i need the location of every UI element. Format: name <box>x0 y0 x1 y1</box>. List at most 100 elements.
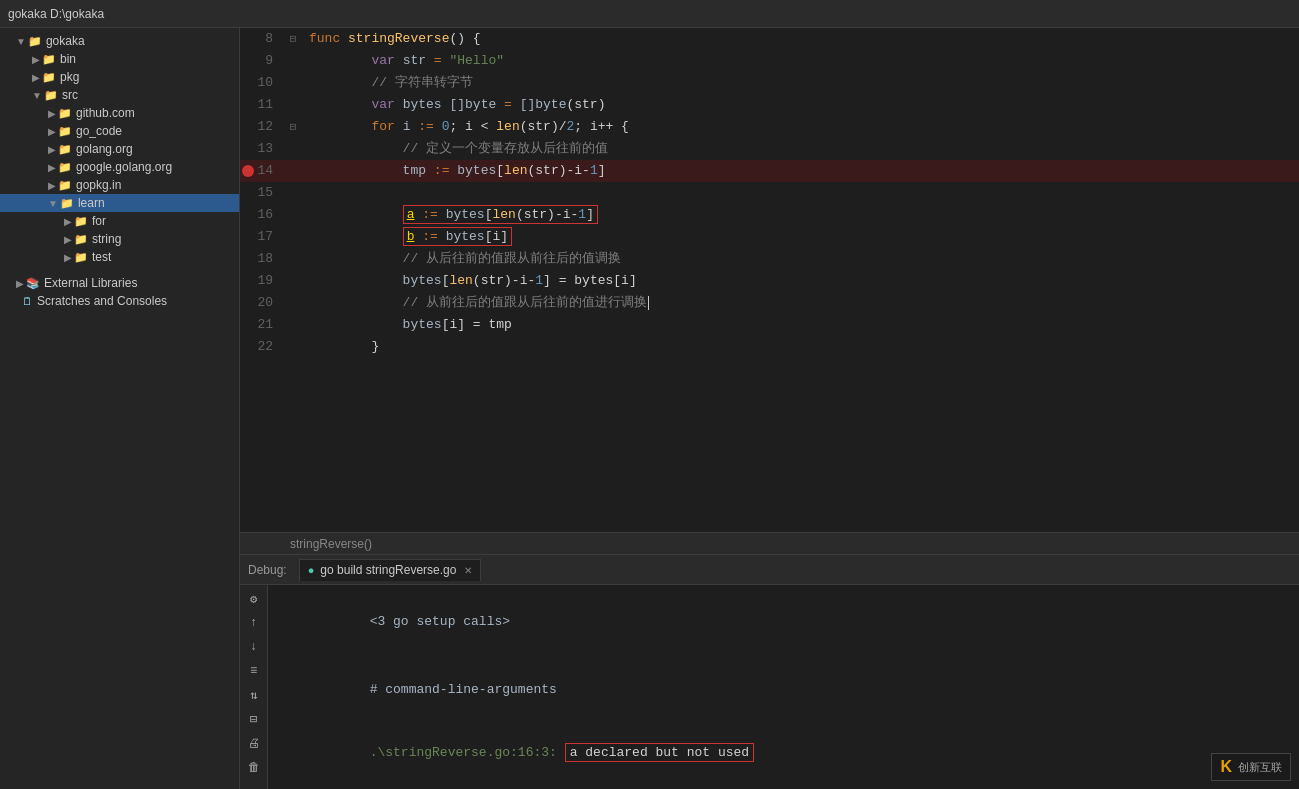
identifier: bytes <box>309 273 442 288</box>
gutter-empty <box>285 248 301 270</box>
sidebar-item-label: bin <box>60 52 76 66</box>
sidebar-item-label: src <box>62 88 78 102</box>
line-number: 20 <box>240 292 285 314</box>
arrow-icon: ▼ <box>48 198 58 209</box>
table-row: 14 tmp := bytes[len(str)-i-1] <box>240 160 1299 182</box>
punc: ] = bytes[i] <box>543 273 637 288</box>
sidebar-item-label: go_code <box>76 124 122 138</box>
sidebar-item-github[interactable]: ▶ 📁 github.com <box>0 104 239 122</box>
line-number: 12 <box>240 116 285 138</box>
arrow-icon: ▶ <box>48 126 56 137</box>
sidebar-item-for[interactable]: ▶ 📁 for <box>0 212 239 230</box>
code-content: b := bytes[i] <box>301 226 1299 248</box>
debug-tab-build[interactable]: ● go build stringReverse.go ✕ <box>299 559 482 581</box>
sidebar-item-string[interactable]: ▶ 📁 string <box>0 230 239 248</box>
line-number: 19 <box>240 270 285 292</box>
watermark-text: 创新互联 <box>1238 760 1282 775</box>
sidebar-item-golang[interactable]: ▶ 📁 golang.org <box>0 140 239 158</box>
table-row: 15 <box>240 182 1299 204</box>
gutter-empty <box>285 94 301 116</box>
arrow-icon: ▼ <box>16 36 26 47</box>
arrow-icon: ▶ <box>32 54 40 65</box>
sidebar-item-google-golang[interactable]: ▶ 📁 google.golang.org <box>0 158 239 176</box>
type: []byte <box>449 97 496 112</box>
punc: ] <box>598 163 606 178</box>
toolbar-print-btn[interactable]: 🖨 <box>244 733 264 753</box>
sidebar-item-go-code[interactable]: ▶ 📁 go_code <box>0 122 239 140</box>
line-number: 11 <box>240 94 285 116</box>
code-content: var bytes []byte = []byte(str) <box>301 94 1299 116</box>
toolbar-filter-btn[interactable]: ⊟ <box>244 709 264 729</box>
debug-tab-label: go build stringReverse.go <box>320 563 456 577</box>
sidebar-item-gokaka[interactable]: ▼ 📁 gokaka <box>0 32 239 50</box>
toolbar-delete-btn[interactable]: 🗑 <box>244 757 264 777</box>
gutter-fold[interactable]: ⊟ <box>285 28 301 50</box>
gutter-empty <box>285 72 301 94</box>
indent <box>309 207 403 222</box>
sidebar-item-gopkg[interactable]: ▶ 📁 gopkg.in <box>0 176 239 194</box>
number: 1 <box>535 273 543 288</box>
toolbar-list-btn[interactable]: ≡ <box>244 661 264 681</box>
number: 1 <box>578 207 586 222</box>
folder-icon: 📁 <box>58 107 72 120</box>
identifier: str <box>403 53 426 68</box>
sidebar-item-external-libs[interactable]: ▶ 📚 External Libraries <box>0 274 239 292</box>
sidebar-item-src[interactable]: ▼ 📁 src <box>0 86 239 104</box>
error-path-1[interactable]: .\stringReverse.go:16:3: <box>370 745 557 760</box>
table-row: 13 // 定义一个变量存放从后往前的值 <box>240 138 1299 160</box>
debug-label: Debug: <box>248 563 287 577</box>
sidebar-item-scratches[interactable]: 🗒 Scratches and Consoles <box>0 292 239 310</box>
gutter-empty <box>285 138 301 160</box>
arrow-icon: ▶ <box>64 234 72 245</box>
table-row: 19 bytes[len(str)-i-1] = bytes[i] <box>240 270 1299 292</box>
code-content: // 字符串转字节 <box>301 72 1299 94</box>
arrow-icon: ▶ <box>48 162 56 173</box>
number: 1 <box>590 163 598 178</box>
folder-icon: 📁 <box>44 89 58 102</box>
punc: [ <box>496 163 504 178</box>
toolbar-settings-btn[interactable]: ⚙ <box>244 589 264 609</box>
identifier: bytes <box>446 229 485 244</box>
keyword-var: var <box>309 97 403 112</box>
table-row: 16 a := bytes[len(str)-i-1] <box>240 204 1299 226</box>
identifier: bytes <box>446 207 485 222</box>
sidebar-item-test[interactable]: ▶ 📁 test <box>0 248 239 266</box>
code-view[interactable]: 8 ⊟ func stringReverse() { 9 var str = "… <box>240 28 1299 532</box>
sidebar-item-learn[interactable]: ▼ 📁 learn <box>0 194 239 212</box>
code-content: func stringReverse() { <box>301 28 1299 50</box>
type: []byte <box>520 97 567 112</box>
toolbar-align-btn[interactable]: ⇅ <box>244 685 264 705</box>
punc: ; i < <box>449 119 496 134</box>
folder-icon: 📁 <box>58 143 72 156</box>
identifier: bytes <box>457 163 496 178</box>
folder-icon: 📁 <box>58 125 72 138</box>
arrow-icon: ▶ <box>64 216 72 227</box>
debug-toolbar: ⚙ ↑ ↓ ≡ ⇅ ⊟ 🖨 🗑 <box>240 585 268 789</box>
toolbar-down-btn[interactable]: ↓ <box>244 637 264 657</box>
toolbar-up-btn[interactable]: ↑ <box>244 613 264 633</box>
gutter-fold[interactable]: ⊟ <box>285 116 301 138</box>
editor-area: 8 ⊟ func stringReverse() { 9 var str = "… <box>240 28 1299 789</box>
table-row: 12 ⊟ for i := 0; i < len(str)/2; i++ { <box>240 116 1299 138</box>
folder-icon: 📁 <box>60 197 74 210</box>
identifier: bytes <box>309 317 442 332</box>
arrow-icon: ▶ <box>48 144 56 155</box>
func-call: len <box>449 273 472 288</box>
gutter-empty <box>285 336 301 358</box>
sidebar-item-label: External Libraries <box>44 276 137 290</box>
line-number: 8 <box>240 28 285 50</box>
keyword-func: func <box>309 31 348 46</box>
console-line-args: # command-line-arguments <box>276 659 1291 721</box>
sidebar-item-bin[interactable]: ▶ 📁 bin <box>0 50 239 68</box>
sidebar-item-pkg[interactable]: ▶ 📁 pkg <box>0 68 239 86</box>
close-tab-icon[interactable]: ✕ <box>464 565 472 576</box>
punc: (str)-i- <box>473 273 535 288</box>
code-table: 8 ⊟ func stringReverse() { 9 var str = "… <box>240 28 1299 358</box>
code-content: bytes[i] = tmp <box>301 314 1299 336</box>
keyword-var: var <box>309 53 403 68</box>
string-literal: "Hello" <box>449 53 504 68</box>
table-row: 11 var bytes []byte = []byte(str) <box>240 94 1299 116</box>
breakpoint-indicator[interactable] <box>242 165 254 177</box>
console-output[interactable]: <3 go setup calls> # command-line-argume… <box>268 585 1299 789</box>
operator: := <box>414 207 445 222</box>
